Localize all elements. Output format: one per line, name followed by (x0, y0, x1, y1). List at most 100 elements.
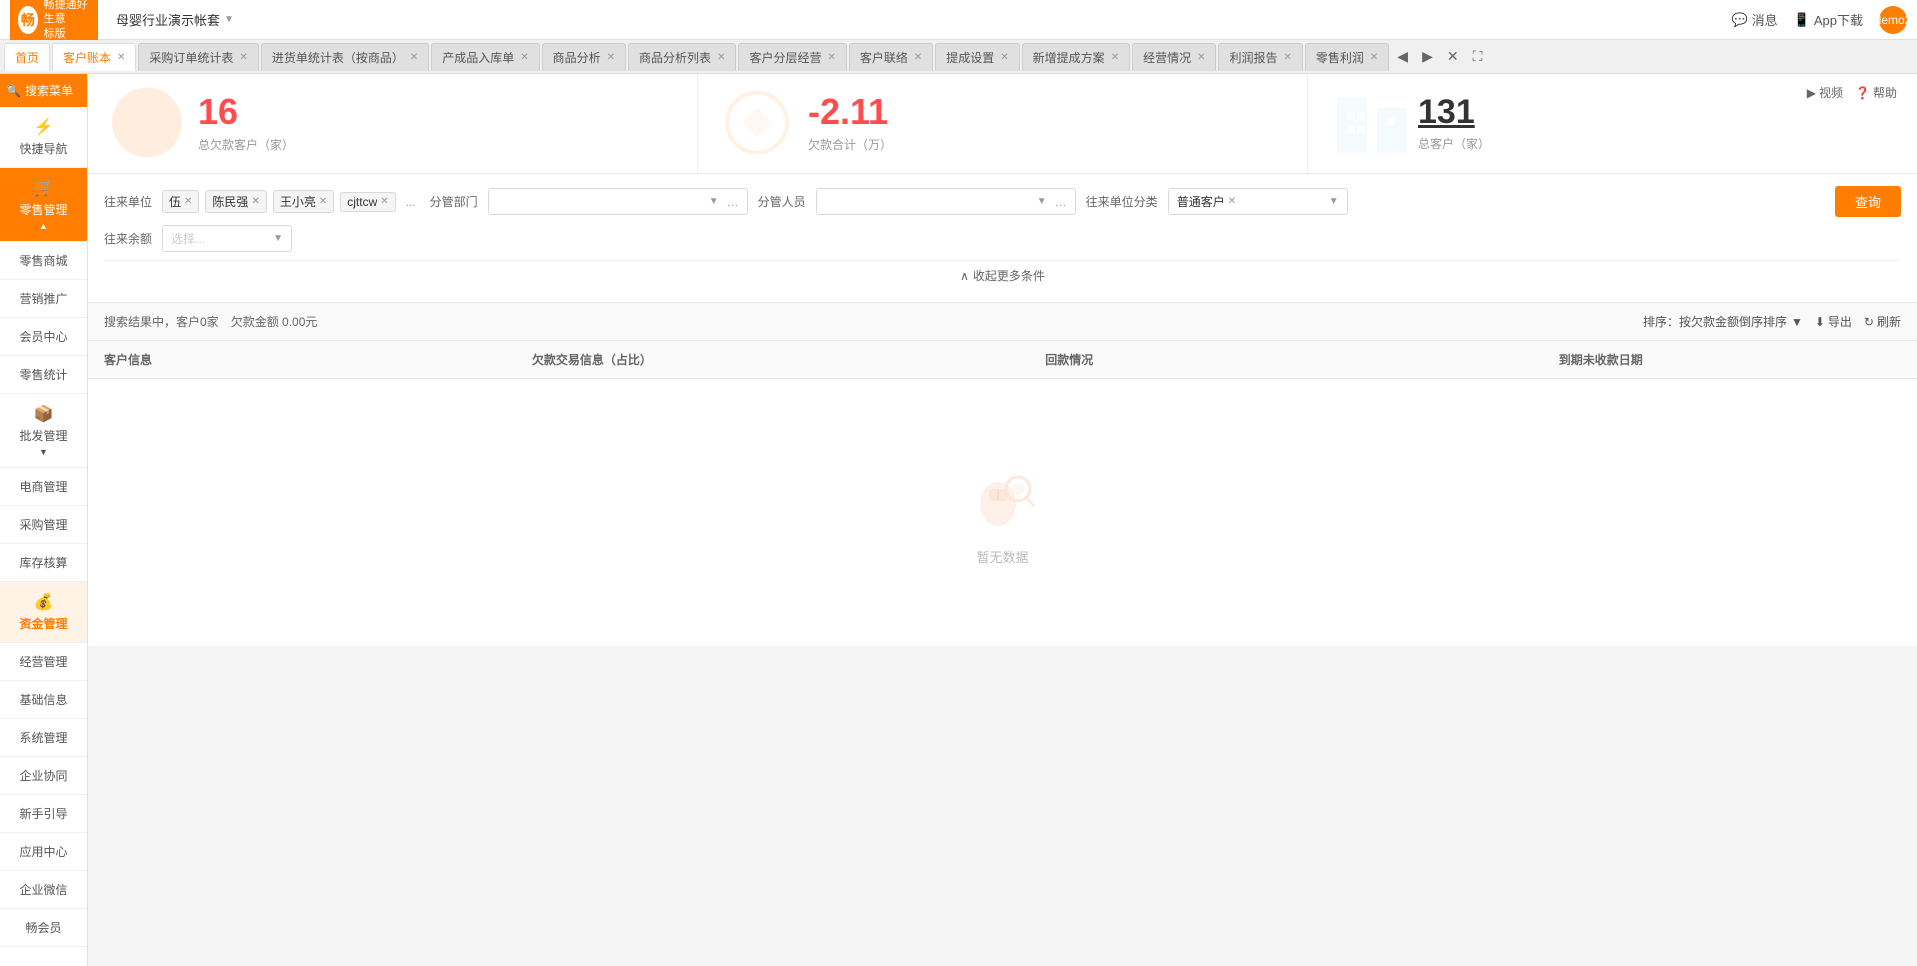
enterprise-wechat-label: 企业微信 (19, 881, 67, 898)
tab-production-in-close[interactable]: ✕ (520, 52, 528, 63)
tab-commission-settings[interactable]: 提成设置 ✕ (935, 43, 1019, 71)
results-summary: 搜索结果中，客户0家 (104, 313, 219, 330)
filter-tag-cjttcw-close[interactable]: ✕ (380, 196, 388, 207)
tab-product-analysis-list-close[interactable]: ✕ (717, 52, 725, 63)
sidebar-item-new-guide[interactable]: 新手引导 (0, 795, 87, 833)
tab-profit-report-label: 利润报告 (1229, 49, 1277, 66)
inventory-label: 库存核算 (19, 554, 67, 571)
sidebar-item-retail-mgmt[interactable]: 🛒 零售管理 ▲ (0, 168, 87, 242)
tab-retail-profit-close[interactable]: ✕ (1370, 52, 1378, 63)
tab-profit-report-close[interactable]: ✕ (1284, 52, 1292, 63)
sidebar-item-vip-member[interactable]: 畅会员 (0, 909, 87, 947)
filter-tag-cjttcw[interactable]: cjttcw ✕ (340, 192, 395, 212)
filter-tag-chen[interactable]: 陈民强 ✕ (205, 190, 266, 213)
filter-tags-more-btn[interactable]: ... (402, 193, 420, 211)
tab-close-all[interactable]: ✕ (1441, 48, 1465, 65)
tab-product-analysis[interactable]: 商品分析 ✕ (542, 43, 626, 71)
tab-commission-settings-close[interactable]: ✕ (1000, 52, 1008, 63)
sidebar-search-btn[interactable]: 🔍 搜索菜单 (0, 74, 87, 107)
export-btn[interactable]: ⬇ 导出 (1815, 313, 1852, 330)
tab-bar: 首页 客户账本 ✕ 采购订单统计表 ✕ 进货单统计表（按商品） ✕ 产成品入库单… (0, 40, 1917, 74)
person-more-icon[interactable]: … (1055, 195, 1067, 209)
sidebar-item-retail-mall[interactable]: 零售商城 (0, 242, 87, 280)
collapse-more-btn[interactable]: ∧ 收起更多条件 (104, 260, 1901, 290)
tab-customer-ledger[interactable]: 客户账本 ✕ (52, 43, 136, 71)
filter-tag-normal-customer[interactable]: 普通客户 ✕ (1177, 193, 1236, 210)
sidebar-item-member-center[interactable]: 会员中心 (0, 318, 87, 356)
sidebar-item-retail-stats[interactable]: 零售统计 (0, 356, 87, 394)
filter-tag-normal-close[interactable]: ✕ (1228, 196, 1236, 207)
tab-retail-profit[interactable]: 零售利润 ✕ (1305, 43, 1389, 71)
sys-mgmt-label: 系统管理 (19, 729, 67, 746)
tab-ops-situation[interactable]: 经营情况 ✕ (1132, 43, 1216, 71)
tab-customer-layer[interactable]: 客户分层经营 ✕ (738, 43, 846, 71)
tab-nav-right[interactable]: ▶ (1416, 48, 1439, 65)
filter-person-select[interactable]: ▼ … (816, 188, 1076, 215)
help-btn[interactable]: ❓ 帮助 (1855, 84, 1897, 101)
tab-nav-left[interactable]: ◀ (1391, 48, 1414, 65)
stat-debtors-label: 总欠款客户（家） (198, 136, 294, 153)
sidebar-item-purchase-mgmt[interactable]: 采购管理 (0, 506, 87, 544)
filter-classify-select[interactable]: 普通客户 ✕ ▼ (1168, 188, 1348, 215)
sidebar-item-app-center[interactable]: 应用中心 (0, 833, 87, 871)
content-area: ▶ 视频 ❓ 帮助 ¥ 16 总欠款客户（家） (88, 74, 1917, 966)
sidebar-item-batch-mgmt[interactable]: 📦 批发管理 ▼ (0, 394, 87, 468)
tab-production-in[interactable]: 产成品入库单 ✕ (431, 43, 539, 71)
sidebar-item-basic-info[interactable]: 基础信息 (0, 681, 87, 719)
video-help-btn[interactable]: ▶ 视频 (1807, 84, 1843, 101)
dept-more-icon[interactable]: … (727, 195, 739, 209)
sidebar-item-marketing[interactable]: 营销推广 (0, 280, 87, 318)
tab-purchase-order-stats[interactable]: 采购订单统计表 ✕ (138, 43, 258, 71)
col-header-date: 到期未收款日期 (1559, 351, 1901, 368)
filter-tag-wu-close[interactable]: ✕ (184, 196, 192, 207)
sidebar-item-quick-nav[interactable]: ⚡ 快捷导航 (0, 107, 87, 168)
avatar[interactable]: demo2 (1879, 6, 1907, 34)
tab-customer-contact[interactable]: 客户联络 ✕ (849, 43, 933, 71)
sidebar-item-enterprise[interactable]: 企业协同 (0, 757, 87, 795)
tab-ops-situation-label: 经营情况 (1143, 49, 1191, 66)
tab-add-commission-close[interactable]: ✕ (1111, 52, 1119, 63)
tab-customer-layer-close[interactable]: ✕ (827, 52, 835, 63)
logo-text: 畅捷通好生意 标版 (44, 0, 90, 41)
tab-profit-report[interactable]: 利润报告 ✕ (1218, 43, 1302, 71)
debt-summary: 欠款金额 0.00元 (231, 313, 318, 330)
tab-customer-contact-close[interactable]: ✕ (914, 52, 922, 63)
filter-tag-wang-close[interactable]: ✕ (319, 196, 327, 207)
tab-goods-stats[interactable]: 进货单统计表（按商品） ✕ (261, 43, 429, 71)
filter-classify-tags: 普通客户 ✕ (1177, 193, 1236, 210)
right-actions: 排序：按欠款金额倒序排序 ▼ ⬇ 导出 ↻ 刷新 (1643, 313, 1901, 330)
filter-tag-wang[interactable]: 王小亮 ✕ (273, 190, 334, 213)
stat-debt-value: -2.11 (808, 94, 892, 130)
query-button[interactable]: 查询 (1835, 186, 1901, 217)
filter-tag-chen-close[interactable]: ✕ (251, 196, 259, 207)
tab-home[interactable]: 首页 (4, 43, 50, 71)
help-icon: ❓ (1855, 86, 1870, 100)
sidebar-item-finance[interactable]: 💰 资金管理 (0, 582, 87, 643)
tab-ops-situation-close[interactable]: ✕ (1197, 52, 1205, 63)
filter-balance-select[interactable]: 选择... ▼ (162, 225, 292, 252)
sidebar-item-enterprise-wechat[interactable]: 企业微信 (0, 871, 87, 909)
message-btn[interactable]: 💬 消息 (1731, 10, 1777, 29)
tab-purchase-order-close[interactable]: ✕ (239, 52, 247, 63)
app-download-btn[interactable]: 📱 App下载 (1794, 10, 1863, 29)
refresh-btn[interactable]: ↻ 刷新 (1864, 313, 1901, 330)
tab-customer-ledger-close[interactable]: ✕ (117, 52, 125, 63)
tab-product-analysis-close[interactable]: ✕ (607, 52, 615, 63)
filter-dept-select[interactable]: ▼ … (488, 188, 748, 215)
sidebar-item-inventory[interactable]: 库存核算 (0, 544, 87, 582)
tab-add-commission[interactable]: 新增提成方案 ✕ (1022, 43, 1130, 71)
stat-customers-label: 总客户（家） (1418, 135, 1490, 152)
tab-goods-stats-label: 进货单统计表（按商品） (272, 49, 404, 66)
help-area: ▶ 视频 ❓ 帮助 (1807, 84, 1897, 101)
tab-fullscreen[interactable]: ⛶ (1467, 48, 1489, 65)
store-selector[interactable]: 母婴行业演示帐套 ▼ (108, 0, 242, 40)
sort-select[interactable]: 排序：按欠款金额倒序排序 ▼ (1643, 313, 1803, 330)
tab-product-analysis-list[interactable]: 商品分析列表 ✕ (628, 43, 736, 71)
stat-debtors-value: 16 (198, 94, 294, 130)
store-arrow: ▼ (224, 14, 234, 25)
tab-goods-stats-close[interactable]: ✕ (410, 52, 418, 63)
filter-tag-wu[interactable]: 伍 ✕ (162, 190, 199, 213)
sidebar-item-ops-mgmt[interactable]: 经营管理 (0, 643, 87, 681)
sidebar-item-sys-mgmt[interactable]: 系统管理 (0, 719, 87, 757)
sidebar-item-ecommerce[interactable]: 电商管理 (0, 468, 87, 506)
